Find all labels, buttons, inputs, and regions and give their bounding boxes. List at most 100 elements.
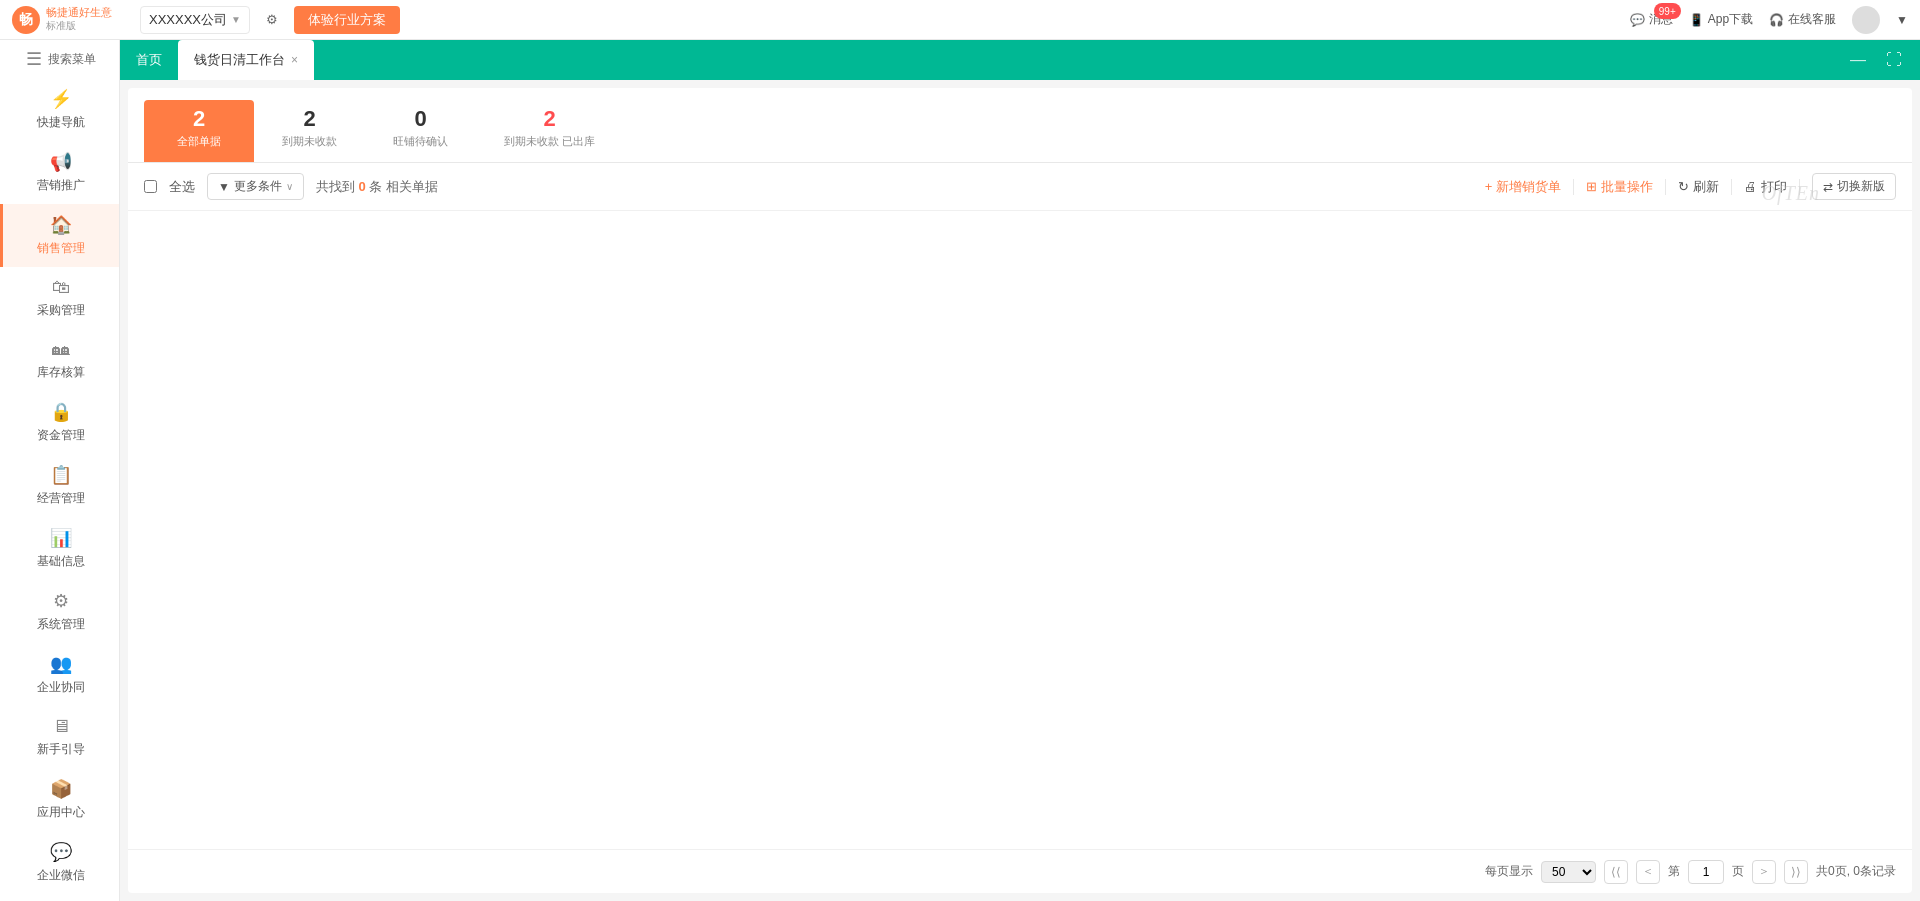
print-label: 打印 [1761,178,1787,196]
top-bar: 畅 畅捷通好生意 标准版 XXXXXX公司 ▼ ⚙ 体验行业方案 💬 消息 99… [0,0,1920,40]
tab-bar-actions: — ⛶ [1844,46,1920,74]
purchase-icon: 🛍 [52,277,70,298]
basic-info-icon: 📊 [50,527,72,549]
sidebar-item-wechat-label: 企业微信 [37,867,85,884]
user-name[interactable]: ▼ [1896,13,1908,27]
sidebar-item-purchase-label: 采购管理 [37,302,85,319]
main-layout: ☰ 搜索菜单 ⚡ 快捷导航 📢 营销推广 🏠 销售管理 🛍 采购管理 🏘 库存核… [0,40,1920,901]
table-area [128,211,1912,849]
stat-tab-overdue-out[interactable]: 2 到期未收款 已出库 [476,100,623,162]
sidebar-item-basic-info-label: 基础信息 [37,553,85,570]
sidebar-item-app-center[interactable]: 📦 应用中心 [0,768,119,831]
batch-label: 批量操作 [1601,178,1653,196]
refresh-button[interactable]: ↻ 刷新 [1678,178,1719,196]
inventory-icon: 🏘 [52,339,70,360]
user-chevron-icon: ▼ [1896,13,1908,27]
switch-icon: ⇄ [1823,180,1833,194]
trial-button[interactable]: 体验行业方案 [294,6,400,34]
refresh-label: 刷新 [1693,178,1719,196]
page-content: 2 全部单据 2 到期未收款 0 旺铺待确认 2 到期未收款 已出库 [128,88,1912,893]
stats-tabs: 2 全部单据 2 到期未收款 0 旺铺待确认 2 到期未收款 已出库 [128,88,1912,163]
sidebar-item-quick-nav-label: 快捷导航 [37,114,85,131]
stat-tab-overdue[interactable]: 2 到期未收款 [254,100,365,162]
headset-icon: 🎧 [1769,13,1784,27]
count-suffix: 相关单据 [386,179,438,194]
stat-pending-label: 旺铺待确认 [393,134,448,149]
sidebar-item-finance-label: 资金管理 [37,427,85,444]
tab-work-bench[interactable]: 钱货日清工作台 × [178,40,314,80]
print-button[interactable]: 🖨 打印 [1744,178,1787,196]
filter-button[interactable]: ▼ 更多条件 ∨ [207,173,304,200]
new-order-button[interactable]: + 新增销货单 [1485,178,1561,196]
wechat-icon: 💬 [50,841,72,863]
tab-work-bench-label: 钱货日清工作台 [194,51,285,69]
sidebar-item-inventory-label: 库存核算 [37,364,85,381]
filter-chevron-icon: ∨ [286,181,293,192]
page-prefix: 第 [1668,863,1680,880]
sidebar-item-guide-label: 新手引导 [37,741,85,758]
sidebar-item-basic-info[interactable]: 📊 基础信息 [0,517,119,580]
settings-button[interactable]: ⚙ [258,6,286,34]
online-service-button[interactable]: 🎧 在线客服 [1769,11,1836,28]
prev-page-button[interactable]: ＜ [1636,860,1660,884]
divider-3 [1731,179,1732,195]
quick-nav-icon: ⚡ [50,88,72,110]
sidebar-item-wechat[interactable]: 💬 企业微信 [0,831,119,894]
sidebar-item-purchase[interactable]: 🛍 采购管理 [0,267,119,329]
sidebar-item-operations[interactable]: 📋 经营管理 [0,454,119,517]
sidebar-item-enterprise[interactable]: 👥 企业协同 [0,643,119,706]
sidebar-item-app-center-label: 应用中心 [37,804,85,821]
total-info: 共0页, 0条记录 [1816,863,1896,880]
top-bar-right: 💬 消息 99+ 📱 App下载 🎧 在线客服 ▼ [1630,6,1908,34]
avatar[interactable] [1852,6,1880,34]
download-icon: 📱 [1689,13,1704,27]
sidebar: ☰ 搜索菜单 ⚡ 快捷导航 📢 营销推广 🏠 销售管理 🛍 采购管理 🏘 库存核… [0,40,120,901]
last-page-button[interactable]: ⟩⟩ [1784,860,1808,884]
next-page-button[interactable]: ＞ [1752,860,1776,884]
stat-overdue-out-number: 2 [543,108,555,130]
sidebar-item-guide[interactable]: 🖥 新手引导 [0,706,119,768]
page-size-select[interactable]: 50 20 100 [1541,861,1596,883]
sidebar-item-member[interactable]: ✌ 畅会员 [0,894,119,901]
tab-maximize-button[interactable]: ⛶ [1880,46,1908,74]
stat-tab-all[interactable]: 2 全部单据 [144,100,254,162]
app-center-icon: 📦 [50,778,72,800]
top-bar-left: 畅 畅捷通好生意 标准版 XXXXXX公司 ▼ ⚙ 体验行业方案 [12,6,400,34]
page-input[interactable]: 1 [1688,860,1724,884]
content-area: 首页 钱货日清工作台 × — ⛶ 2 全部单据 2 到期未收款 [120,40,1920,901]
first-page-button[interactable]: ⟨⟨ [1604,860,1628,884]
stat-overdue-number: 2 [303,108,315,130]
sidebar-item-finance[interactable]: 🔒 资金管理 [0,391,119,454]
app-download-label: App下载 [1708,11,1753,28]
count-unit: 条 [369,179,382,194]
stat-overdue-label: 到期未收款 [282,134,337,149]
select-all-checkbox[interactable] [144,180,157,193]
sidebar-item-marketing[interactable]: 📢 营销推广 [0,141,119,204]
stat-tab-pending[interactable]: 0 旺铺待确认 [365,100,476,162]
filter-label: 更多条件 [234,178,282,195]
tab-home[interactable]: 首页 [120,40,178,80]
divider-1 [1573,179,1574,195]
count-prefix: 共找到 [316,179,355,194]
logo-text: 畅捷通好生意 [46,6,112,19]
sidebar-item-system[interactable]: ⚙ 系统管理 [0,580,119,643]
app-download-button[interactable]: 📱 App下载 [1689,11,1753,28]
company-selector[interactable]: XXXXXX公司 ▼ [140,6,250,34]
pagination: 每页显示 50 20 100 ⟨⟨ ＜ 第 1 页 ＞ ⟩⟩ 共0页, 0条记录 [128,849,1912,893]
select-all-label[interactable]: 全选 [169,178,195,196]
batch-operation-button[interactable]: ⊞ 批量操作 [1586,178,1653,196]
tab-minimize-button[interactable]: — [1844,46,1872,74]
sidebar-item-quick-nav[interactable]: ⚡ 快捷导航 [0,78,119,141]
sidebar-item-search[interactable]: ☰ 搜索菜单 [0,40,119,78]
tab-close-icon[interactable]: × [291,53,298,67]
sidebar-item-sales[interactable]: 🏠 销售管理 [0,204,119,267]
refresh-icon: ↻ [1678,179,1689,194]
switch-version-button[interactable]: ⇄ 切换新版 [1812,173,1896,200]
toolbar-right: + 新增销货单 ⊞ 批量操作 ↻ 刷新 🖨 打印 [1485,173,1896,200]
sidebar-item-system-label: 系统管理 [37,616,85,633]
stat-all-label: 全部单据 [177,134,221,149]
message-button[interactable]: 💬 消息 99+ [1630,11,1673,28]
sidebar-item-inventory[interactable]: 🏘 库存核算 [0,329,119,391]
filter-icon: ▼ [218,180,230,194]
page-suffix: 页 [1732,863,1744,880]
